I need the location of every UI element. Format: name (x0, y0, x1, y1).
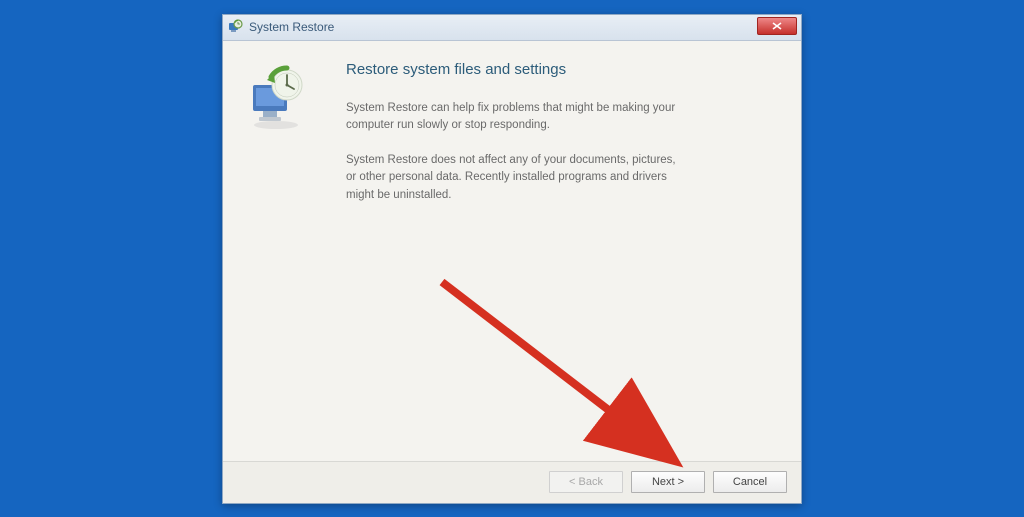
window-title: System Restore (249, 20, 334, 34)
back-button: < Back (549, 471, 623, 493)
titlebar[interactable]: System Restore (223, 15, 801, 41)
wizard-button-row: < Back Next > Cancel (223, 461, 801, 503)
system-restore-icon (227, 19, 243, 35)
system-restore-large-icon (241, 63, 311, 133)
description-paragraph-1: System Restore can help fix problems tha… (346, 100, 686, 135)
content-area: Restore system files and settings System… (223, 41, 801, 461)
description-paragraph-2: System Restore does not affect any of yo… (346, 152, 686, 204)
icon-column (241, 59, 336, 451)
system-restore-window: System Restore (222, 14, 802, 504)
close-button[interactable] (757, 17, 797, 35)
cancel-button[interactable]: Cancel (713, 471, 787, 493)
text-column: Restore system files and settings System… (336, 59, 779, 451)
close-icon (772, 22, 782, 30)
next-button[interactable]: Next > (631, 471, 705, 493)
page-heading: Restore system files and settings (346, 61, 779, 78)
